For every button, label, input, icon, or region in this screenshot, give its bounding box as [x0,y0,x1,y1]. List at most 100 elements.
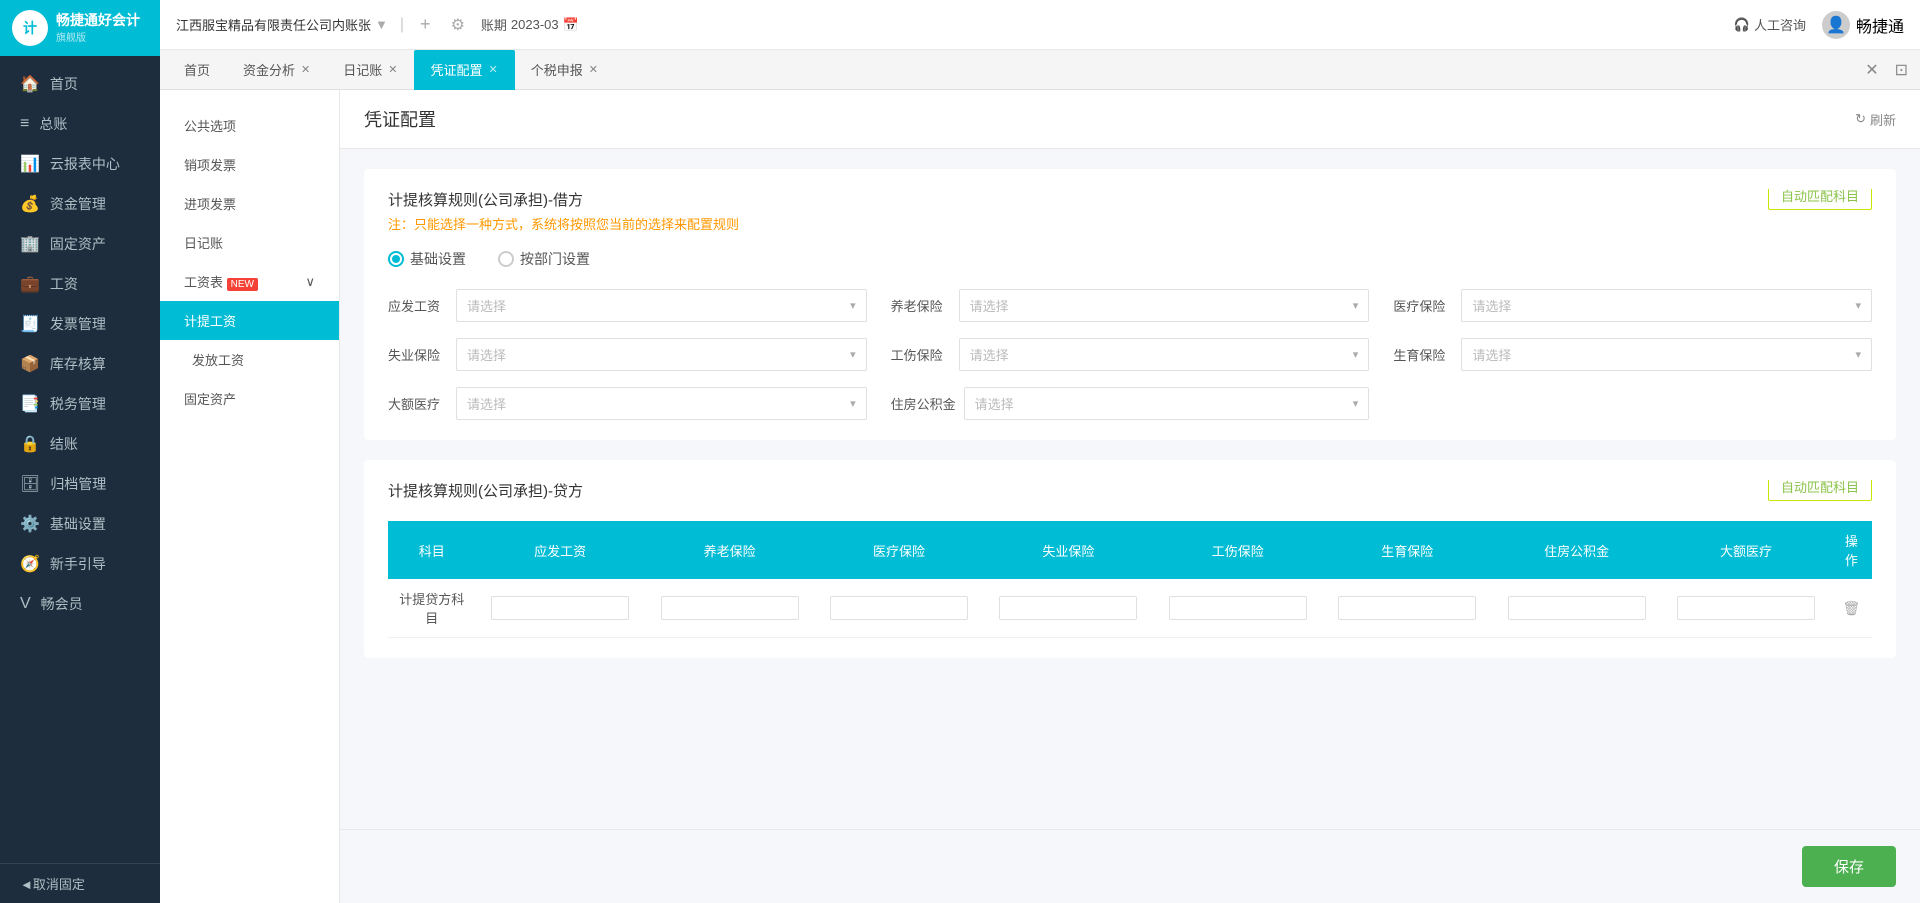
tab-home[interactable]: 首页 [168,50,227,90]
shengyu-select[interactable]: 请选择 ▾ [1461,338,1872,371]
sidebar-item-guide[interactable]: 🧭新手引导 [0,544,160,584]
input-dae[interactable] [1677,596,1815,620]
sub-item-public[interactable]: 公共选项 [160,106,339,145]
sub-item-sales[interactable]: 销项发票 [160,145,339,184]
cell-gongshang[interactable] [1153,579,1322,638]
credit-table: 科目 应发工资 养老保险 医疗保险 失业保险 工伤保险 生育保险 住房公积金 大… [388,521,1872,638]
page-title: 凭证配置 [364,106,436,132]
sub-item-salary-table[interactable]: 工资表 NEW ∨ [160,262,339,301]
yingfa-label: 应发工资 [388,296,448,315]
field-shiye: 失业保险 请选择 ▾ [388,338,867,371]
input-yanglao[interactable] [661,596,799,620]
input-yingfa[interactable] [491,596,629,620]
shiye-select[interactable]: 请选择 ▾ [456,338,867,371]
sidebar-nav: 🏠首页 ≡总账 📊云报表中心 💰资金管理 🏢固定资产 💼工资 🧾发票管理 📦库存… [0,56,160,863]
radio-dept[interactable]: 按部门设置 [498,249,590,269]
gongjijin-select[interactable]: 请选择 ▾ [964,387,1370,420]
yiliao-placeholder: 请选择 [1472,296,1511,315]
yingfa-select[interactable]: 请选择 ▾ [456,289,867,322]
yiliao-select[interactable]: 请选择 ▾ [1461,289,1872,322]
input-shiye[interactable] [999,596,1137,620]
support-button[interactable]: 🎧 人工咨询 [1734,15,1806,34]
cell-yingfa[interactable] [475,579,644,638]
cell-yiliao[interactable] [814,579,983,638]
sidebar-item-salary[interactable]: 💼工资 [0,264,160,304]
gongjijin-placeholder: 请选择 [975,394,1014,413]
gongshang-label: 工伤保险 [891,345,951,364]
input-shengyu[interactable] [1338,596,1476,620]
radio-dept-label: 按部门设置 [520,249,590,269]
cell-gongjijin[interactable] [1492,579,1661,638]
yanglao-select[interactable]: 请选择 ▾ [959,289,1370,322]
close-tab-button[interactable]: ✕ [1861,56,1882,84]
yanglao-arrow-icon: ▾ [1353,299,1359,312]
company-selector[interactable]: 江西服宝精品有限责任公司内账张 ▼ [176,15,388,34]
gongshang-select[interactable]: 请选择 ▾ [959,338,1370,371]
tab-tax[interactable]: 个税申报✕ [515,50,615,90]
field-dae: 大额医疗 请选择 ▾ [388,387,867,420]
sidebar-item-vip[interactable]: V畅会员 [0,584,160,624]
guide-icon: 🧭 [20,554,40,574]
sidebar-item-archive[interactable]: 🗄归档管理 [0,464,160,504]
field-yiliao: 医疗保险 请选择 ▾ [1393,289,1872,322]
tab-close-journal[interactable]: ✕ [388,63,397,76]
sub-item-journal[interactable]: 日记账 [160,223,339,262]
cancel-fixed-button[interactable]: ◄取消固定 [0,863,160,903]
sidebar-item-ledger[interactable]: ≡总账 [0,104,160,144]
refresh-label: 刷新 [1870,110,1896,129]
input-gongjijin[interactable] [1508,596,1646,620]
tab-journal[interactable]: 日记账✕ [327,50,414,90]
sub-sidebar: 公共选项 销项发票 进项发票 日记账 工资表 NEW ∨ 计提工资 发放工资 固… [160,90,340,903]
tab-voucher[interactable]: 凭证配置✕ [414,50,514,90]
sub-item-purchase[interactable]: 进项发票 [160,184,339,223]
yingfa-arrow-icon: ▾ [850,299,856,312]
col-header-shiye: 失业保险 [984,521,1153,579]
tab-close-tax[interactable]: ✕ [589,63,598,76]
sidebar-item-close[interactable]: 🔒结账 [0,424,160,464]
sidebar-item-tax[interactable]: 📑税务管理 [0,384,160,424]
salary-icon: 💼 [20,274,40,294]
dae-select[interactable]: 请选择 ▾ [456,387,867,420]
new-badge: NEW [227,278,258,291]
debit-section-note: 注：只能选择一种方式，系统将按照您当前的选择来配置规则 [388,214,1872,233]
tab-close-voucher[interactable]: ✕ [489,63,498,76]
radio-basic[interactable]: 基础设置 [388,249,466,269]
assets-icon: 🏢 [20,234,40,254]
input-gongshang[interactable] [1169,596,1307,620]
yingfa-placeholder: 请选择 [467,296,506,315]
row-label: 计提贷方科目 [388,579,475,638]
tax-icon: 📑 [20,394,40,414]
auto-match-credit-button[interactable]: 自动匹配科目 [1768,480,1872,501]
tab-close-funds[interactable]: ✕ [301,63,310,76]
credit-section: 自动匹配科目 计提核算规则(公司承担)-贷方 科目 应发工资 养老保险 医疗保险… [364,460,1896,658]
period-selector[interactable]: 账期 2023-03 📅 [481,15,579,34]
save-button[interactable]: 保存 [1802,846,1896,887]
sidebar-item-inventory[interactable]: 📦库存核算 [0,344,160,384]
sidebar-item-funds[interactable]: 💰资金管理 [0,184,160,224]
cell-shengyu[interactable] [1323,579,1492,638]
cell-dae[interactable] [1661,579,1830,638]
col-header-yingfa: 应发工资 [475,521,644,579]
chevron-down-icon: ∨ [305,274,315,290]
add-company-button[interactable]: + [416,14,435,35]
user-menu[interactable]: 👤 畅捷通 [1822,11,1904,39]
sidebar-item-reports[interactable]: 📊云报表中心 [0,144,160,184]
cell-yanglao[interactable] [645,579,814,638]
refresh-button[interactable]: ↻ 刷新 [1855,110,1896,129]
delete-row-button[interactable]: 🗑 [1842,600,1860,616]
input-yiliao[interactable] [830,596,968,620]
tab-funds[interactable]: 资金分析✕ [227,50,327,90]
sub-item-calc-salary[interactable]: 计提工资 [160,301,339,340]
panel-header: 凭证配置 ↻ 刷新 [340,90,1920,149]
maximize-button[interactable]: ⊡ [1891,56,1912,84]
settings-gear-icon[interactable]: ⚙ [447,15,469,35]
cell-shiye[interactable] [984,579,1153,638]
sidebar-item-home[interactable]: 🏠首页 [0,64,160,104]
radio-dept-circle [498,251,514,267]
auto-match-debit-button[interactable]: 自动匹配科目 [1768,189,1872,210]
sidebar-item-assets[interactable]: 🏢固定资产 [0,224,160,264]
sub-item-pay-salary[interactable]: 发放工资 [160,340,339,379]
sidebar-item-settings[interactable]: ⚙️基础设置 [0,504,160,544]
sidebar-item-invoice[interactable]: 🧾发票管理 [0,304,160,344]
sub-item-fixed-assets[interactable]: 固定资产 [160,379,339,418]
